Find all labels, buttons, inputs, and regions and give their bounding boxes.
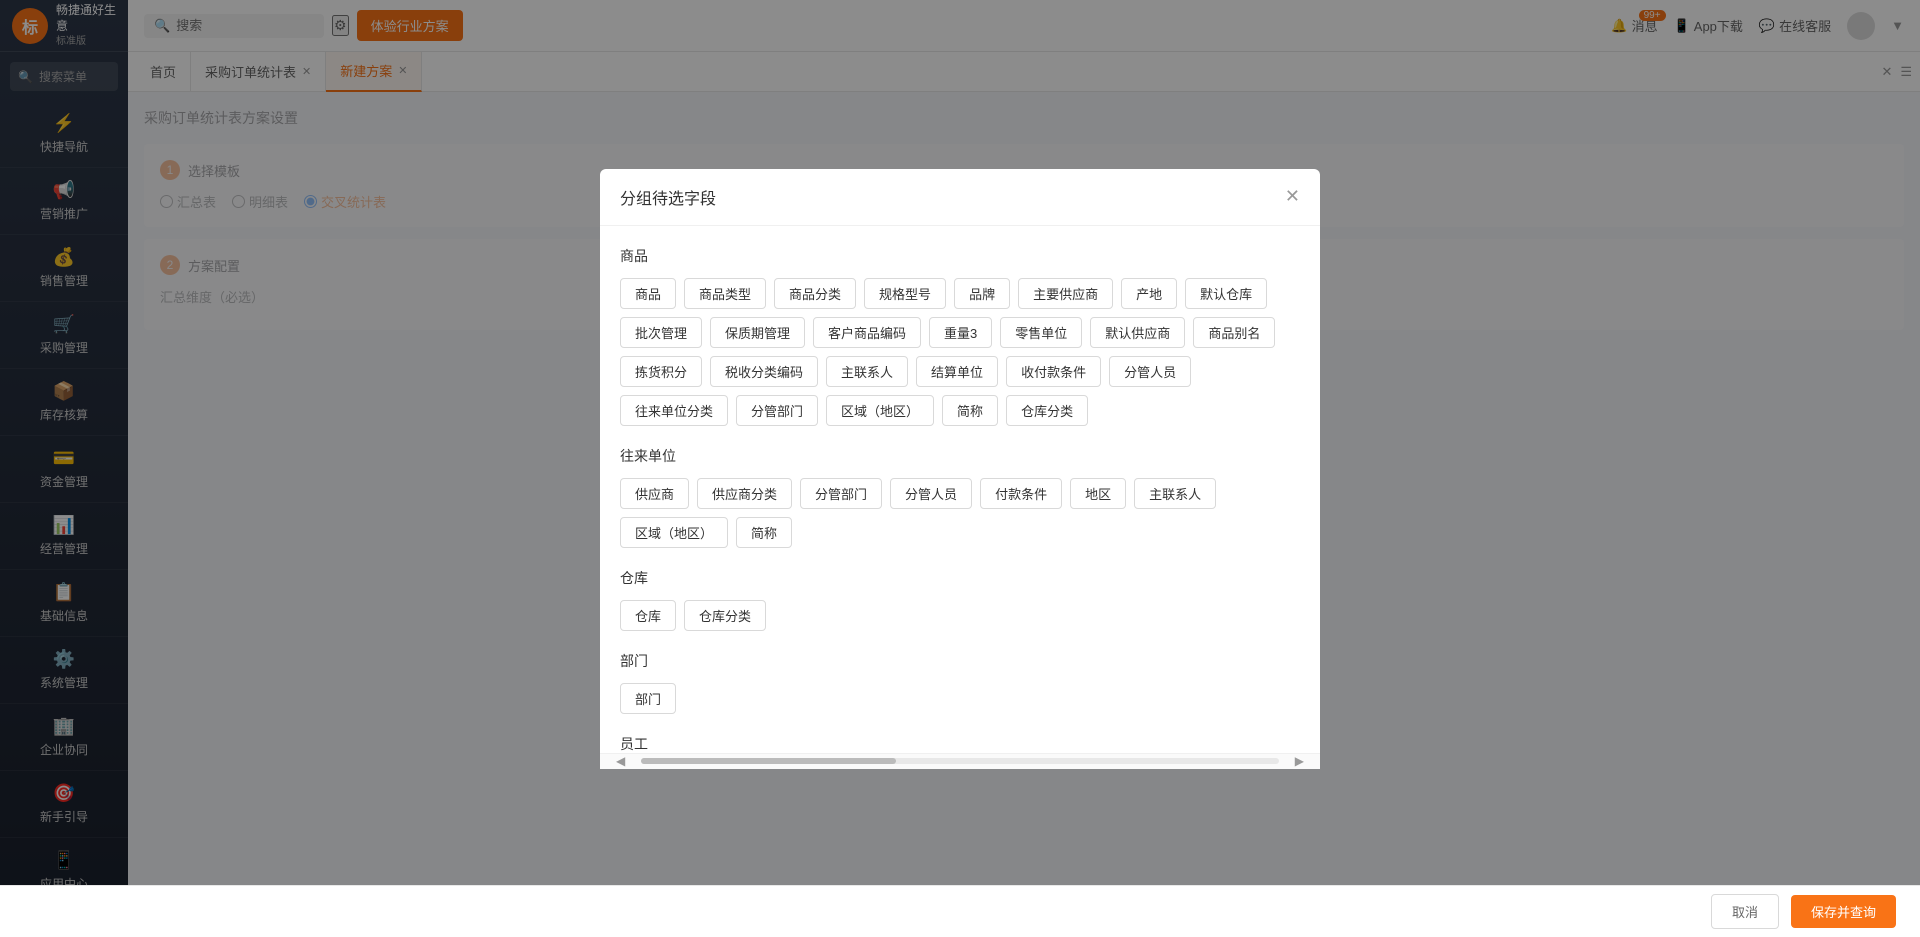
field-tag-alias[interactable]: 商品别名	[1193, 317, 1275, 348]
field-tag-retail-unit[interactable]: 零售单位	[1000, 317, 1082, 348]
field-section-staff: 员工业务员	[620, 734, 1300, 753]
cancel-button[interactable]: 取消	[1711, 894, 1779, 929]
modal: 分组待选字段 ✕ 商品商品商品类型商品分类规格型号品牌主要供应商产地默认仓库批次…	[600, 169, 1320, 769]
field-tag-warehouse-category[interactable]: 仓库分类	[1006, 395, 1088, 426]
field-tag-supplier-category[interactable]: 供应商分类	[697, 478, 792, 509]
field-tag-supplier[interactable]: 供应商	[620, 478, 689, 509]
field-tag-pay-terms[interactable]: 付款条件	[980, 478, 1062, 509]
field-tag-abbr[interactable]: 简称	[942, 395, 998, 426]
field-section-title-partner: 往来单位	[620, 446, 1300, 466]
field-tag-origin[interactable]: 产地	[1121, 278, 1177, 309]
field-section-title-dept: 部门	[620, 651, 1300, 671]
field-tag-pick-score[interactable]: 拣货积分	[620, 356, 702, 387]
field-tag-tax-code[interactable]: 税收分类编码	[710, 356, 818, 387]
horizontal-scrollbar[interactable]	[641, 758, 1279, 764]
field-tag-brand[interactable]: 品牌	[954, 278, 1010, 309]
field-tag-batch-mgmt[interactable]: 批次管理	[620, 317, 702, 348]
field-tags-partner: 供应商供应商分类分管部门分管人员付款条件地区主联系人区域（地区） 简称	[620, 478, 1300, 548]
field-tag-mgmt-dept2[interactable]: 分管部门	[800, 478, 882, 509]
field-tag-manager[interactable]: 分管人员	[1109, 356, 1191, 387]
field-section-dept: 部门部门	[620, 651, 1300, 714]
field-tag-product-type[interactable]: 商品类型	[684, 278, 766, 309]
field-tag-mgmt-staff[interactable]: 分管人员	[890, 478, 972, 509]
field-tag-default-warehouse[interactable]: 默认仓库	[1185, 278, 1267, 309]
field-tags-warehouse: 仓库仓库分类	[620, 600, 1300, 631]
modal-body[interactable]: 商品商品商品类型商品分类规格型号品牌主要供应商产地默认仓库批次管理保质期管理客户…	[600, 226, 1320, 753]
field-tag-spec-type[interactable]: 规格型号	[864, 278, 946, 309]
field-tag-weight3[interactable]: 重量3	[929, 317, 992, 348]
field-tag-region[interactable]: 区域（地区）	[826, 395, 934, 426]
field-tag-main-contact2[interactable]: 主联系人	[1134, 478, 1216, 509]
field-section-title-staff: 员工	[620, 734, 1300, 753]
field-tag-warehouse[interactable]: 仓库	[620, 600, 676, 631]
field-tag-payment-terms[interactable]: 收付款条件	[1006, 356, 1101, 387]
field-tags-product: 商品商品类型商品分类规格型号品牌主要供应商产地默认仓库批次管理保质期管理客户商品…	[620, 278, 1300, 426]
field-tag-warehouse-cat[interactable]: 仓库分类	[684, 600, 766, 631]
field-section-title-warehouse: 仓库	[620, 568, 1300, 588]
field-section-warehouse: 仓库仓库仓库分类	[620, 568, 1300, 631]
field-tag-expiry-mgmt[interactable]: 保质期管理	[710, 317, 805, 348]
modal-scrollbar: ◀ ▶	[600, 753, 1320, 769]
modal-overlay: 分组待选字段 ✕ 商品商品商品类型商品分类规格型号品牌主要供应商产地默认仓库批次…	[0, 0, 1920, 937]
field-tag-customer-code[interactable]: 客户商品编码	[813, 317, 921, 348]
field-tag-settle-unit[interactable]: 结算单位	[916, 356, 998, 387]
field-section-product: 商品商品商品类型商品分类规格型号品牌主要供应商产地默认仓库批次管理保质期管理客户…	[620, 246, 1300, 426]
modal-close-button[interactable]: ✕	[1285, 186, 1300, 207]
field-tag-abbr2[interactable]: 简称	[736, 517, 792, 548]
field-section-title-product: 商品	[620, 246, 1300, 266]
field-tag-main-supplier[interactable]: 主要供应商	[1018, 278, 1113, 309]
modal-header: 分组待选字段 ✕	[600, 169, 1320, 226]
field-tag-dept[interactable]: 部门	[620, 683, 676, 714]
footer: 取消 保存并查询	[0, 885, 1920, 937]
save-button[interactable]: 保存并查询	[1791, 895, 1896, 928]
field-tag-mgmt-dept[interactable]: 分管部门	[736, 395, 818, 426]
field-tag-from-unit-category[interactable]: 往来单位分类	[620, 395, 728, 426]
field-tag-default-supplier[interactable]: 默认供应商	[1090, 317, 1185, 348]
field-tag-region2[interactable]: 地区	[1070, 478, 1126, 509]
field-tag-region3[interactable]: 区域（地区）	[620, 517, 728, 548]
modal-title: 分组待选字段	[620, 185, 716, 209]
field-tag-product-category[interactable]: 商品分类	[774, 278, 856, 309]
field-tag-main-contact[interactable]: 主联系人	[826, 356, 908, 387]
field-tag-product[interactable]: 商品	[620, 278, 676, 309]
field-tags-dept: 部门	[620, 683, 1300, 714]
field-section-partner: 往来单位供应商供应商分类分管部门分管人员付款条件地区主联系人区域（地区） 简称	[620, 446, 1300, 548]
